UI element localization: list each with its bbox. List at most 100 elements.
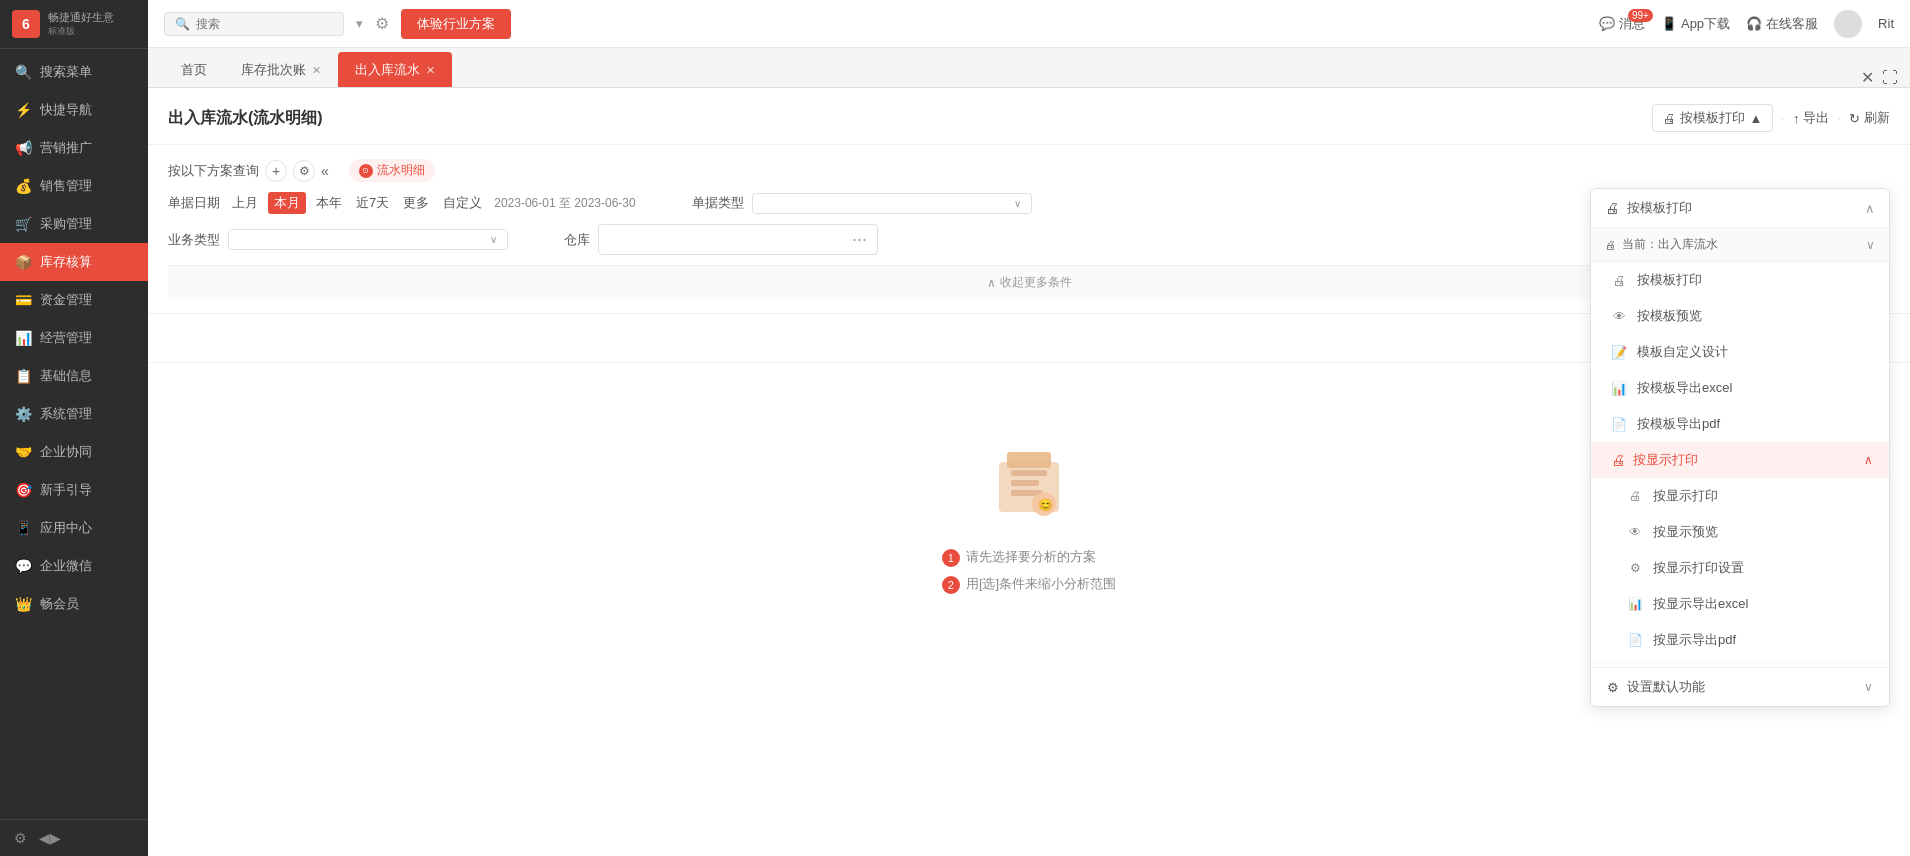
settings-icon[interactable]: ⚙ <box>14 830 27 846</box>
close-tab-icon[interactable]: ✕ <box>1861 68 1874 87</box>
search-chevron-icon[interactable]: ▾ <box>356 16 363 31</box>
date-option-7days[interactable]: 近7天 <box>352 192 393 214</box>
dropdown-header-title: 按模板打印 <box>1627 199 1692 217</box>
dropdown-display-print[interactable]: 🖨 按显示打印 <box>1591 478 1889 514</box>
collapse-bar-icon: ∧ <box>987 276 996 290</box>
dropdown-item-export-pdf[interactable]: 📄 按模板导出pdf <box>1591 406 1889 442</box>
sidebar-item-guide[interactable]: 🎯 新手引导 <box>0 471 148 509</box>
date-option-this-month[interactable]: 本月 <box>268 192 306 214</box>
filter-setting-button[interactable]: ⚙ <box>293 160 315 182</box>
filter-add-button[interactable]: + <box>265 160 287 182</box>
sidebar-item-sales[interactable]: 💰 销售管理 <box>0 167 148 205</box>
sidebar-item-corp[interactable]: 🤝 企业协同 <box>0 433 148 471</box>
sidebar-icon-basic: 📋 <box>14 367 32 385</box>
sidebar: 6 畅捷通好生意 标准版 🔍 搜索菜单 ⚡ 快捷导航 📢 营销推广 💰 销售管理… <box>0 0 148 856</box>
trial-industry-button[interactable]: 体验行业方案 <box>401 9 511 39</box>
sidebar-item-appstore[interactable]: 📱 应用中心 <box>0 509 148 547</box>
dropdown-item-export-excel[interactable]: 📊 按模板导出excel <box>1591 370 1889 406</box>
expand-icon[interactable]: ⛶ <box>1882 69 1898 87</box>
date-option-prev-month[interactable]: 上月 <box>228 192 262 214</box>
tip-text-2: 用[选]条件来缩小分析范围 <box>966 575 1116 593</box>
type-filter-select[interactable]: ∨ <box>752 193 1032 214</box>
user-avatar[interactable] <box>1834 10 1862 38</box>
app-download-label: App下载 <box>1681 15 1730 33</box>
display-export-excel-icon: 📊 <box>1627 596 1643 612</box>
current-arrow[interactable]: ∨ <box>1866 238 1875 252</box>
app-download-button[interactable]: 📱 App下载 <box>1661 15 1730 33</box>
dropdown-item-template-preview[interactable]: 👁 按模板预览 <box>1591 298 1889 334</box>
refresh-button[interactable]: ↻ 刷新 <box>1849 109 1890 127</box>
tabs-extra: ✕ ⛶ <box>1849 68 1910 87</box>
display-preview-icon: 👁 <box>1627 524 1643 540</box>
display-print-section-header[interactable]: 🖨 按显示打印 ∧ <box>1591 442 1889 478</box>
sidebar-label-wechat: 企业微信 <box>40 557 92 575</box>
tab-flow[interactable]: 出入库流水 ✕ <box>338 52 452 87</box>
sidebar-icon-appstore: 📱 <box>14 519 32 537</box>
refresh-icon: ↻ <box>1849 111 1860 126</box>
dropdown-display-print-settings[interactable]: ⚙ 按显示打印设置 <box>1591 550 1889 586</box>
topbar-gear-icon[interactable]: ⚙ <box>375 14 389 33</box>
tab-batch[interactable]: 库存批次账 ✕ <box>224 52 338 87</box>
dropdown-item-template-custom[interactable]: 📝 模板自定义设计 <box>1591 334 1889 370</box>
dropdown-display-export-excel[interactable]: 📊 按显示导出excel <box>1591 586 1889 622</box>
tip-num-2: 2 <box>942 576 960 594</box>
collapse-sidebar-icon[interactable]: ◀▶ <box>39 830 61 846</box>
template-custom-icon: 📝 <box>1611 344 1627 360</box>
sidebar-item-system[interactable]: ⚙️ 系统管理 <box>0 395 148 433</box>
online-service-button[interactable]: 🎧 在线客服 <box>1746 15 1818 33</box>
tab-batch-close-icon[interactable]: ✕ <box>312 64 321 77</box>
search-box[interactable]: 🔍 <box>164 12 344 36</box>
topbar-right: 💬 消息 99+ 📱 App下载 🎧 在线客服 Rit <box>1599 10 1894 38</box>
content-area: 出入库流水(流水明细) 🖨 按模板打印 ▲ · ↑ 导出 · ↻ 刷新 <box>148 88 1910 856</box>
message-button[interactable]: 💬 消息 99+ <box>1599 15 1645 33</box>
date-option-custom[interactable]: 自定义 <box>439 192 486 214</box>
biz-type-select[interactable]: ∨ <box>228 229 508 250</box>
app-name: 畅捷通好生意 <box>48 10 114 25</box>
printer-header-icon: 🖨 <box>1605 200 1619 216</box>
sidebar-item-basic[interactable]: 📋 基础信息 <box>0 357 148 395</box>
tip-text-1: 请先选择要分析的方案 <box>966 548 1096 566</box>
dropdown-display-preview[interactable]: 👁 按显示预览 <box>1591 514 1889 550</box>
sidebar-icon-vip: 👑 <box>14 595 32 613</box>
biz-type-label: 业务类型 <box>168 231 220 249</box>
print-template-button[interactable]: 🖨 按模板打印 ▲ <box>1652 104 1773 132</box>
sidebar-item-operation[interactable]: 📊 经营管理 <box>0 319 148 357</box>
sidebar-item-wechat[interactable]: 💬 企业微信 <box>0 547 148 585</box>
sidebar-item-search[interactable]: 🔍 搜索菜单 <box>0 53 148 91</box>
print-dropdown-arrow[interactable]: ▲ <box>1749 111 1762 126</box>
dropdown-header-collapse-icon[interactable]: ∧ <box>1865 201 1875 216</box>
warehouse-filter-field: 仓库 ··· <box>564 224 878 255</box>
sidebar-item-shortcut[interactable]: ⚡ 快捷导航 <box>0 91 148 129</box>
tab-home[interactable]: 首页 <box>164 52 224 87</box>
date-filter-label: 单据日期 <box>168 194 220 212</box>
collapse-icon: « <box>321 163 329 179</box>
sidebar-icon-sales: 💰 <box>14 177 32 195</box>
main-content: 🔍 ▾ ⚙ 体验行业方案 💬 消息 99+ 📱 App下载 🎧 在线客服 Rit <box>148 0 1910 856</box>
warehouse-more-icon[interactable]: ··· <box>852 229 867 250</box>
sidebar-label-vip: 畅会员 <box>40 595 79 613</box>
dropdown-item-template-print[interactable]: 🖨 按模板打印 <box>1591 262 1889 298</box>
dropdown-footer[interactable]: ⚙ 设置默认功能 ∨ <box>1591 667 1889 706</box>
date-option-this-year[interactable]: 本年 <box>312 192 346 214</box>
current-icon: 🖨 <box>1605 239 1616 251</box>
sidebar-icon-marketing: 📢 <box>14 139 32 157</box>
plus-icon: + <box>272 163 280 179</box>
sidebar-item-purchase[interactable]: 🛒 采购管理 <box>0 205 148 243</box>
dropdown-current-indicator: 🖨 当前：出入库流水 ∨ <box>1591 228 1889 262</box>
sidebar-label-system: 系统管理 <box>40 405 92 423</box>
filter-row-1: 按以下方案查询 + ⚙ « ⊙ 流水明细 <box>168 159 1890 182</box>
sidebar-item-inventory[interactable]: 📦 库存核算 <box>0 243 148 281</box>
dropdown-display-export-pdf[interactable]: 📄 按显示导出pdf <box>1591 622 1889 658</box>
tab-flow-close-icon[interactable]: ✕ <box>426 64 435 77</box>
date-option-more[interactable]: 更多 <box>399 192 433 214</box>
set-default-arrow: ∨ <box>1864 680 1873 694</box>
sidebar-item-marketing[interactable]: 📢 营销推广 <box>0 129 148 167</box>
search-input[interactable] <box>196 17 316 31</box>
display-export-pdf-icon: 📄 <box>1627 632 1643 648</box>
export-button[interactable]: ↑ 导出 <box>1793 109 1830 127</box>
sidebar-label-search: 搜索菜单 <box>40 63 92 81</box>
sidebar-item-vip[interactable]: 👑 畅会员 <box>0 585 148 623</box>
sidebar-item-finance[interactable]: 💳 资金管理 <box>0 281 148 319</box>
warehouse-input[interactable]: ··· <box>598 224 878 255</box>
filter-collapse-button[interactable]: « <box>321 163 329 179</box>
